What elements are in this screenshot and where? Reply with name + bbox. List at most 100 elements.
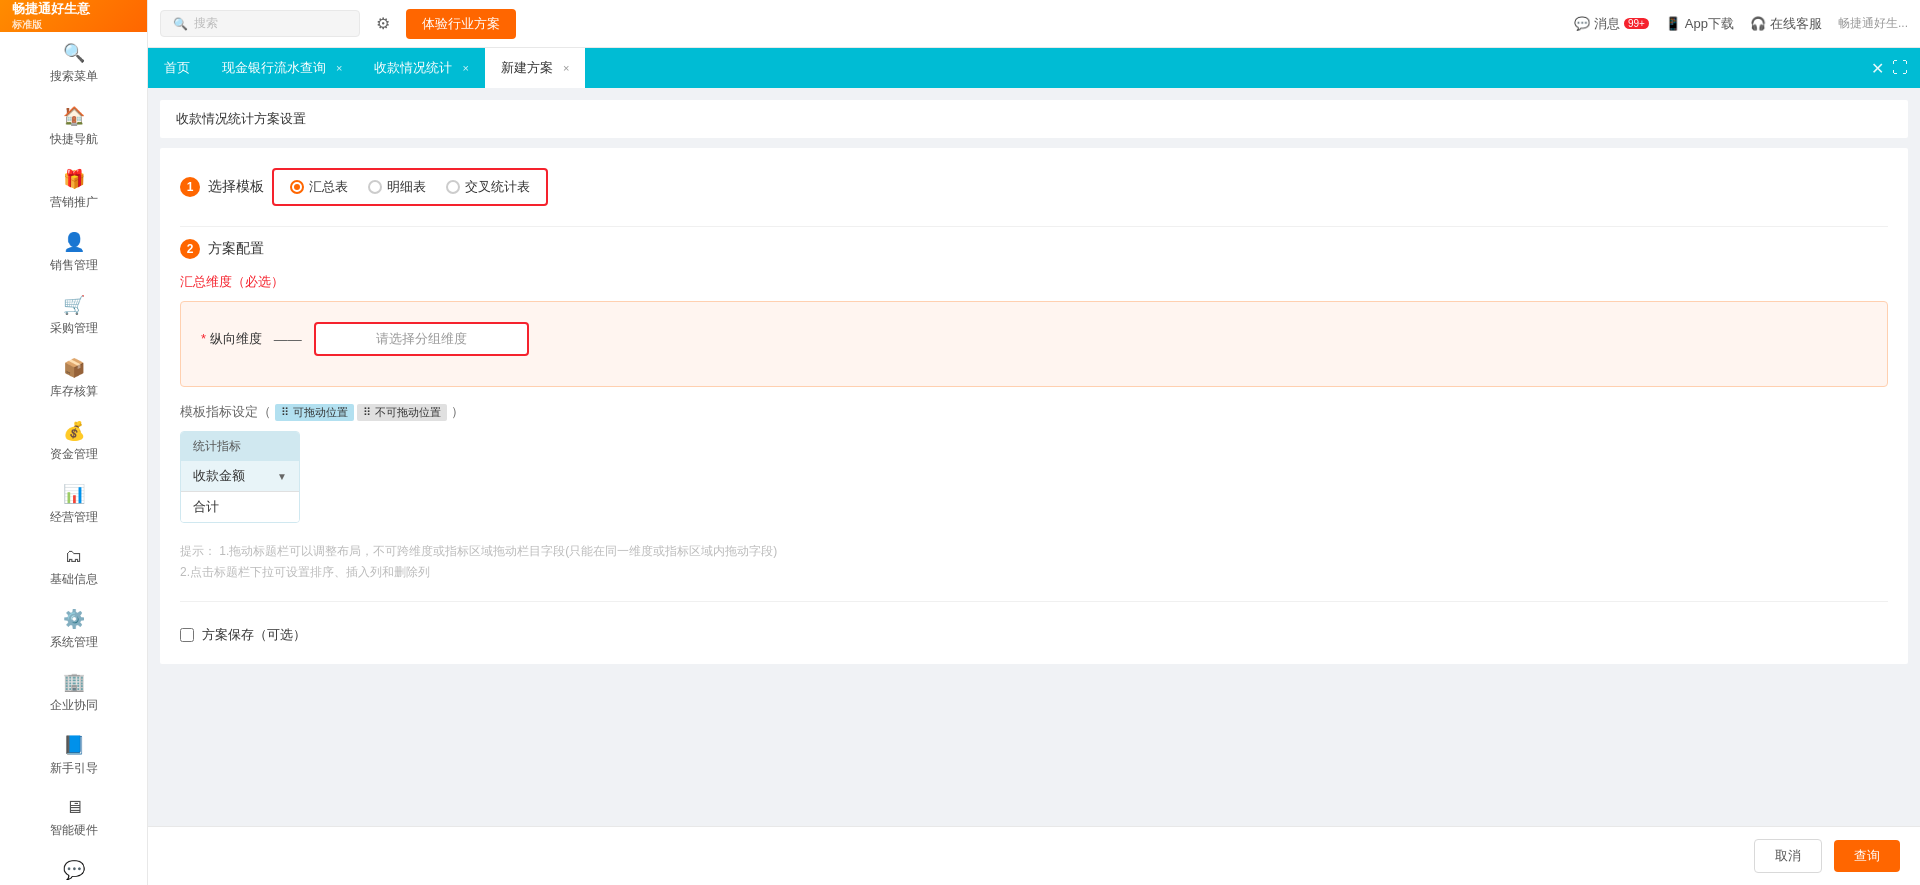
expand-icon[interactable]: ⛶ (1892, 59, 1908, 77)
search-menu-icon: 🔍 (63, 42, 85, 64)
username-label: 畅捷通好生... (1838, 15, 1908, 32)
indicator-label-row: 模板指标设定（ ⠿ 可拖动位置 ⠿ 不可拖动位置 ） (180, 403, 1888, 421)
tab-label-new-plan: 新建方案 (501, 59, 553, 77)
tab-home[interactable]: 首页 (148, 48, 206, 88)
step1-header: 1 选择模板 汇总表明细表交叉统计表 (180, 168, 1888, 206)
tab-label-bank-flow: 现金银行流水查询 (222, 59, 326, 77)
sidebar-item-marketing[interactable]: 🎁营销推广 (0, 158, 147, 221)
tab-close-collection-stat[interactable]: × (462, 62, 468, 74)
topbar-right: 💬 消息 99+ 📱 App下载 🎧 在线客服 畅捷通好生... (1574, 15, 1908, 33)
main-card: 1 选择模板 汇总表明细表交叉统计表 2 方案配置 (160, 148, 1908, 664)
sidebar-item-purchase[interactable]: 🛒采购管理 (0, 284, 147, 347)
indicator-label-text: 模板指标设定（ ⠿ 可拖动位置 ⠿ 不可拖动位置 ） (180, 403, 464, 421)
sales-label: 销售管理 (50, 257, 98, 274)
tabbar: 首页现金银行流水查询×收款情况统计×新建方案× ✕ ⛶ (148, 48, 1920, 88)
tab-bank-flow[interactable]: 现金银行流水查询 × (206, 48, 358, 88)
tab-close-bank-flow[interactable]: × (336, 62, 342, 74)
non-draggable-label: 不可拖动位置 (375, 405, 441, 420)
trial-button[interactable]: 体验行业方案 (406, 9, 516, 39)
save-plan-label: 方案保存（可选） (202, 626, 306, 644)
vertical-dimension-row: * 纵向维度 —— 请选择分组维度 (201, 322, 1867, 356)
non-draggable-icon: ⠿ (363, 406, 371, 419)
draggable-badge: ⠿ 可拖动位置 (275, 404, 354, 421)
guide-icon: 📘 (63, 734, 85, 756)
app-download-label: App下载 (1685, 15, 1734, 33)
sidebar-item-search-menu[interactable]: 🔍 搜索菜单 (0, 32, 147, 95)
hint-area: 提示： 1.拖动标题栏可以调整布局，不可跨维度或指标区域拖动栏目字段(只能在同一… (180, 543, 1888, 581)
page-title-bar: 收款情况统计方案设置 (160, 100, 1908, 138)
sidebar-item-wechat[interactable]: 💬企业微信 (0, 849, 147, 885)
radio-dot-summary (290, 180, 304, 194)
tab-collection-stat[interactable]: 收款情况统计× (358, 48, 484, 88)
radio-summary[interactable]: 汇总表 (290, 178, 348, 196)
hardware-label: 智能硬件 (50, 822, 98, 839)
non-draggable-badge: ⠿ 不可拖动位置 (357, 404, 447, 421)
system-icon: ⚙️ (63, 608, 85, 630)
app-download-item[interactable]: 📱 App下载 (1665, 15, 1734, 33)
hint-1: 提示： 1.拖动标题栏可以调整布局，不可跨维度或指标区域拖动栏目字段(只能在同一… (180, 543, 1888, 560)
arrow: —— (274, 331, 302, 347)
radio-detail[interactable]: 明细表 (368, 178, 426, 196)
enterprise-icon: 🏢 (63, 671, 85, 693)
content-area: 收款情况统计方案设置 1 选择模板 汇总表明细表交叉统计表 (148, 88, 1920, 826)
inventory-label: 库存核算 (50, 383, 98, 400)
radio-dot-cross (446, 180, 460, 194)
online-service-label: 在线客服 (1770, 15, 1822, 33)
indicator-label-prefix: 模板指标设定（ (180, 404, 271, 419)
step2-number: 2 (187, 242, 194, 256)
sidebar-item-basic[interactable]: 🗂基础信息 (0, 536, 147, 598)
sidebar-item-system[interactable]: ⚙️系统管理 (0, 598, 147, 661)
radio-label-detail: 明细表 (387, 178, 426, 196)
tab-new-plan[interactable]: 新建方案 × (485, 48, 585, 88)
quick-nav-icon: 🏠 (63, 105, 85, 127)
tab-label-home: 首页 (164, 59, 190, 77)
indicator-label-close: ） (451, 404, 464, 419)
cancel-button[interactable]: 取消 (1754, 839, 1822, 873)
amount-label: 收款金额 (193, 467, 245, 485)
sidebar-item-hardware[interactable]: 🖥智能硬件 (0, 787, 147, 849)
settings-icon[interactable]: ⚙ (376, 14, 390, 33)
sidebar-item-guide[interactable]: 📘 新手引导 (0, 724, 147, 787)
main-content: 🔍 搜索 ⚙ 体验行业方案 💬 消息 99+ 📱 App下载 🎧 在线客服 畅捷… (148, 0, 1920, 885)
tab-close-new-plan[interactable]: × (563, 62, 569, 74)
tabbar-right-actions: ✕ ⛶ (1871, 59, 1920, 78)
dimension-select[interactable]: 请选择分组维度 (314, 322, 529, 356)
vertical-dimension-label: * 纵向维度 (201, 330, 262, 348)
guide-label: 新手引导 (50, 760, 98, 777)
radio-dot-detail (368, 180, 382, 194)
sidebar-item-enterprise[interactable]: 🏢 企业协同 (0, 661, 147, 724)
step2-section: 2 方案配置 汇总维度（必选） * 纵向维度 (180, 239, 1888, 581)
quick-nav-label: 快捷导航 (50, 131, 98, 148)
query-button[interactable]: 查询 (1834, 840, 1900, 872)
step2-header: 2 方案配置 (180, 239, 1888, 259)
wechat-icon: 💬 (63, 859, 85, 881)
service-icon: 🎧 (1750, 16, 1766, 31)
search-menu-label: 搜索菜单 (50, 68, 98, 85)
sidebar: 畅捷通好生意 标准版 🔍 搜索菜单 🏠 快捷导航 🎁营销推广 👤 销售管理 🛒采购管理📦库存核… (0, 0, 148, 885)
divider1 (180, 226, 1888, 227)
divider2 (180, 601, 1888, 602)
online-service-item[interactable]: 🎧 在线客服 (1750, 15, 1822, 33)
vertical-label-text: 纵向维度 (210, 331, 262, 346)
enterprise-label: 企业协同 (50, 697, 98, 714)
notification-item[interactable]: 💬 消息 99+ (1574, 15, 1649, 33)
close-window-icon[interactable]: ✕ (1871, 59, 1884, 78)
bottom-bar: 取消 查询 (148, 826, 1920, 885)
indicator-cell-amount[interactable]: 收款金额 ▼ (181, 461, 299, 491)
step2-title: 方案配置 (208, 240, 264, 258)
sales-icon: 👤 (63, 231, 85, 253)
topbar-search-box[interactable]: 🔍 搜索 (160, 10, 360, 37)
sidebar-brand: 畅捷通好生意 标准版 (0, 0, 147, 32)
sidebar-item-finance[interactable]: 💰资金管理 (0, 410, 147, 473)
sidebar-item-sales[interactable]: 👤 销售管理 (0, 221, 147, 284)
dimension-label-text: 汇总维度（必选） (180, 274, 284, 289)
sidebar-item-operation[interactable]: 📊经营管理 (0, 473, 147, 536)
save-plan-checkbox[interactable] (180, 628, 194, 642)
finance-icon: 💰 (63, 420, 85, 442)
template-radio-group: 汇总表 明细表 交叉统计表 (272, 168, 548, 206)
step2-circle: 2 (180, 239, 200, 259)
save-row: 方案保存（可选） (180, 614, 1888, 644)
sidebar-item-quick-nav[interactable]: 🏠 快捷导航 (0, 95, 147, 158)
radio-cross[interactable]: 交叉统计表 (446, 178, 530, 196)
sidebar-item-inventory[interactable]: 📦库存核算 (0, 347, 147, 410)
